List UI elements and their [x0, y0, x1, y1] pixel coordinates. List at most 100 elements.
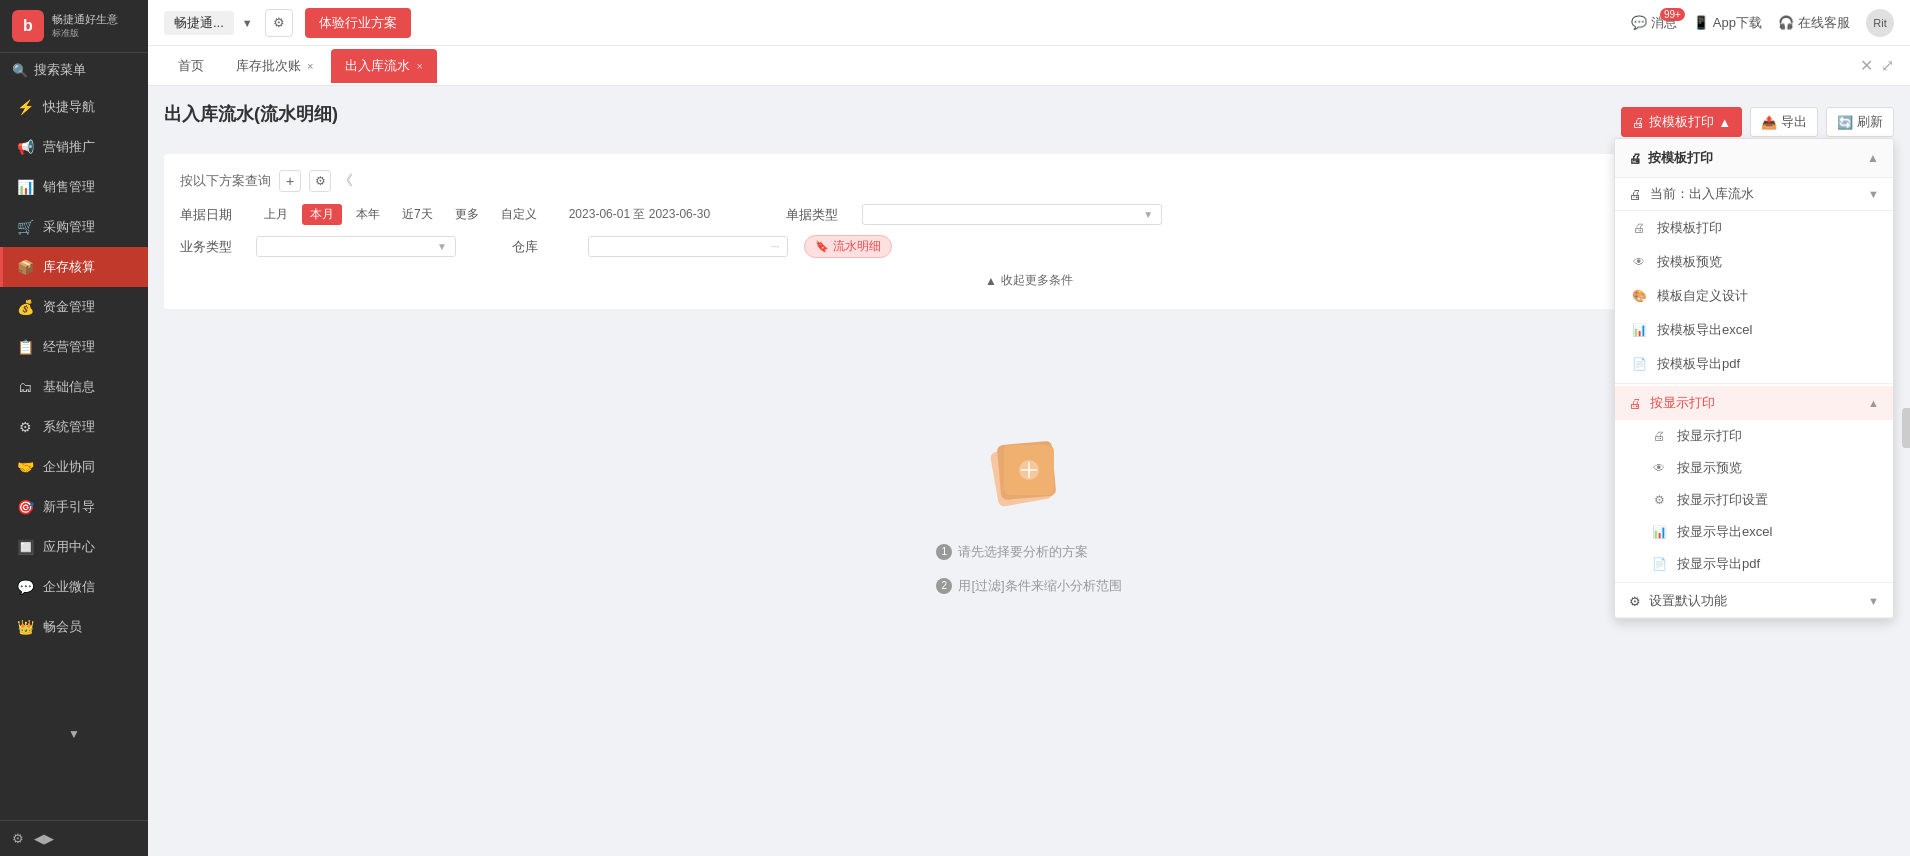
topbar-username[interactable]: 畅捷通...	[164, 11, 234, 35]
collapse-icon: ▲	[985, 274, 997, 288]
template-customize-item[interactable]: 🎨 模板自定义设计	[1615, 279, 1893, 313]
sidebar-scroll-down[interactable]: ▼	[64, 723, 84, 745]
sidebar-search-label: 搜索菜单	[34, 61, 86, 79]
filter-collapse-btn[interactable]: 《	[339, 172, 353, 190]
tag-icon: 🔖	[815, 240, 829, 253]
sidebar-item-purchase[interactable]: 🛒 采购管理	[0, 207, 148, 247]
sidebar-item-finance[interactable]: 💰 资金管理	[0, 287, 148, 327]
sidebar-item-sales[interactable]: 📊 销售管理	[0, 167, 148, 207]
business-type-input[interactable]: ▼	[256, 236, 456, 257]
page-header: 出入库流水(流水明细) 🖨 按模板打印 ▲ 📤 导出 🔄 刷新	[164, 102, 1894, 142]
filter-label: 按以下方案查询	[180, 172, 271, 190]
template-preview-label: 按模板预览	[1657, 253, 1722, 271]
tab-home[interactable]: 首页	[164, 49, 218, 83]
warehouse-more-icon: ···	[771, 241, 779, 252]
avatar-initials: Rit	[1873, 17, 1886, 29]
sidebar-collapse-icon[interactable]: ◀▶	[34, 831, 54, 846]
search-icon: 🔍	[12, 63, 28, 78]
sidebar-settings-icon[interactable]: ⚙	[12, 831, 24, 846]
current-template-section[interactable]: 🖨 当前：出入库流水 ▼	[1615, 178, 1893, 211]
warehouse-input[interactable]: ···	[588, 236, 788, 257]
print-btn-arrow: ▲	[1718, 115, 1731, 130]
print-btn[interactable]: 🖨 按模板打印 ▲	[1621, 107, 1742, 137]
app-download-btn[interactable]: 📱 App下载	[1693, 14, 1762, 32]
sidebar-item-operation[interactable]: 📋 经营管理	[0, 327, 148, 367]
template-customize-label: 模板自定义设计	[1657, 287, 1748, 305]
display-export-pdf-item[interactable]: 📄 按显示导出pdf	[1615, 548, 1893, 580]
bill-type-label: 单据类型	[786, 206, 846, 224]
sidebar-item-label: 营销推广	[43, 138, 95, 156]
print-item-icon: 🖨	[1631, 220, 1647, 236]
template-preview-item[interactable]: 👁 按模板预览	[1615, 245, 1893, 279]
export-btn[interactable]: 📤 导出	[1750, 107, 1818, 137]
sidebar-item-inventory[interactable]: 📦 库存核算	[0, 247, 148, 287]
display-print-item[interactable]: 🖨 按显示打印	[1615, 420, 1893, 452]
sidebar-item-quick-nav[interactable]: ⚡ 快捷导航	[0, 87, 148, 127]
tab-batch-ledger-close[interactable]: ×	[307, 60, 313, 72]
date-this-year[interactable]: 本年	[348, 204, 388, 225]
basic-icon: 🗂	[15, 377, 35, 397]
display-section-header[interactable]: 🖨 按显示打印 ▲	[1615, 386, 1893, 420]
topbar-gear-btn[interactable]: ⚙	[265, 9, 293, 37]
topbar-dropdown-icon[interactable]: ▼	[242, 17, 253, 29]
sidebar-item-system[interactable]: ⚙ 系统管理	[0, 407, 148, 447]
sidebar-item-appcenter[interactable]: 🔲 应用中心	[0, 527, 148, 567]
print-icon-header: 🖨	[1629, 151, 1642, 166]
tab-flow-close[interactable]: ×	[416, 60, 422, 72]
dropdown-divider	[1615, 383, 1893, 384]
sidebar-item-label: 经营管理	[43, 338, 95, 356]
user-avatar[interactable]: Rit	[1866, 9, 1894, 37]
default-section-header[interactable]: ⚙ 设置默认功能 ▼	[1615, 585, 1893, 618]
sidebar-item-marketing[interactable]: 📢 营销推广	[0, 127, 148, 167]
refresh-btn-label: 刷新	[1857, 113, 1883, 131]
sidebar-search[interactable]: 🔍 搜索菜单	[0, 53, 148, 87]
window-maximize-btn[interactable]: ⤢	[1881, 56, 1894, 75]
filter-add-btn[interactable]: +	[279, 170, 301, 192]
tab-batch-ledger[interactable]: 库存批次账 ×	[222, 49, 327, 83]
filter-settings-btn[interactable]: ⚙	[309, 170, 331, 192]
current-template-label: 🖨 当前：出入库流水	[1629, 185, 1754, 203]
print-btn-label: 按模板打印	[1649, 113, 1714, 131]
detail-tag[interactable]: 🔖 流水明细	[804, 235, 892, 258]
date-last-month[interactable]: 上月	[256, 204, 296, 225]
sidebar-item-wechat[interactable]: 💬 企业微信	[0, 567, 148, 607]
app-logo-icon: b	[12, 10, 44, 42]
message-icon: 💬	[1631, 15, 1647, 30]
main-area: 畅捷通... ▼ ⚙ 体验行业方案 💬 消息 99+ 📱 App下载 🎧 在线客…	[148, 0, 1910, 856]
date-more[interactable]: 更多	[447, 204, 487, 225]
date-last-7[interactable]: 近7天	[394, 204, 441, 225]
topbar-right: 💬 消息 99+ 📱 App下载 🎧 在线客服 Rit	[1631, 9, 1894, 37]
dropdown-collapse-btn[interactable]: ▲	[1867, 151, 1879, 165]
empty-image	[979, 423, 1079, 523]
empty-step-2: 2 用[过滤]条件来缩小分析范围	[936, 573, 1121, 599]
right-edge-handle[interactable]	[1902, 408, 1910, 448]
bill-type-input[interactable]: ▼	[862, 204, 1162, 225]
template-export-pdf-item[interactable]: 📄 按模板导出pdf	[1615, 347, 1893, 381]
sidebar-item-label: 采购管理	[43, 218, 95, 236]
tab-flow[interactable]: 出入库流水 ×	[331, 49, 436, 83]
sidebar-footer: ⚙ ◀▶	[0, 820, 148, 856]
date-custom[interactable]: 自定义	[493, 204, 545, 225]
bill-type-dropdown-icon: ▼	[1143, 209, 1153, 220]
guide-icon: 🎯	[15, 497, 35, 517]
message-btn[interactable]: 💬 消息 99+	[1631, 14, 1677, 32]
industry-btn[interactable]: 体验行业方案	[305, 8, 411, 38]
sidebar-item-member[interactable]: 👑 畅会员	[0, 607, 148, 647]
date-this-month[interactable]: 本月	[302, 204, 342, 225]
template-export-excel-item[interactable]: 📊 按模板导出excel	[1615, 313, 1893, 347]
date-options: 上月 本月 本年 近7天 更多 自定义	[256, 204, 545, 225]
topbar: 畅捷通... ▼ ⚙ 体验行业方案 💬 消息 99+ 📱 App下载 🎧 在线客…	[148, 0, 1910, 46]
display-preview-item[interactable]: 👁 按显示预览	[1615, 452, 1893, 484]
app-name-area: 畅捷通好生意 标准版	[52, 12, 118, 40]
display-export-excel-item[interactable]: 📊 按显示导出excel	[1615, 516, 1893, 548]
sidebar-item-cooperation[interactable]: 🤝 企业协同	[0, 447, 148, 487]
sidebar-item-label: 企业微信	[43, 578, 95, 596]
sidebar-item-basic[interactable]: 🗂 基础信息	[0, 367, 148, 407]
online-service-btn[interactable]: 🎧 在线客服	[1778, 14, 1850, 32]
sidebar-item-guide[interactable]: 🎯 新手引导	[0, 487, 148, 527]
marketing-icon: 📢	[15, 137, 35, 157]
display-print-settings-item[interactable]: ⚙ 按显示打印设置	[1615, 484, 1893, 516]
refresh-btn[interactable]: 🔄 刷新	[1826, 107, 1894, 137]
window-close-btn[interactable]: ✕	[1860, 56, 1873, 75]
template-print-item[interactable]: 🖨 按模板打印	[1615, 211, 1893, 245]
